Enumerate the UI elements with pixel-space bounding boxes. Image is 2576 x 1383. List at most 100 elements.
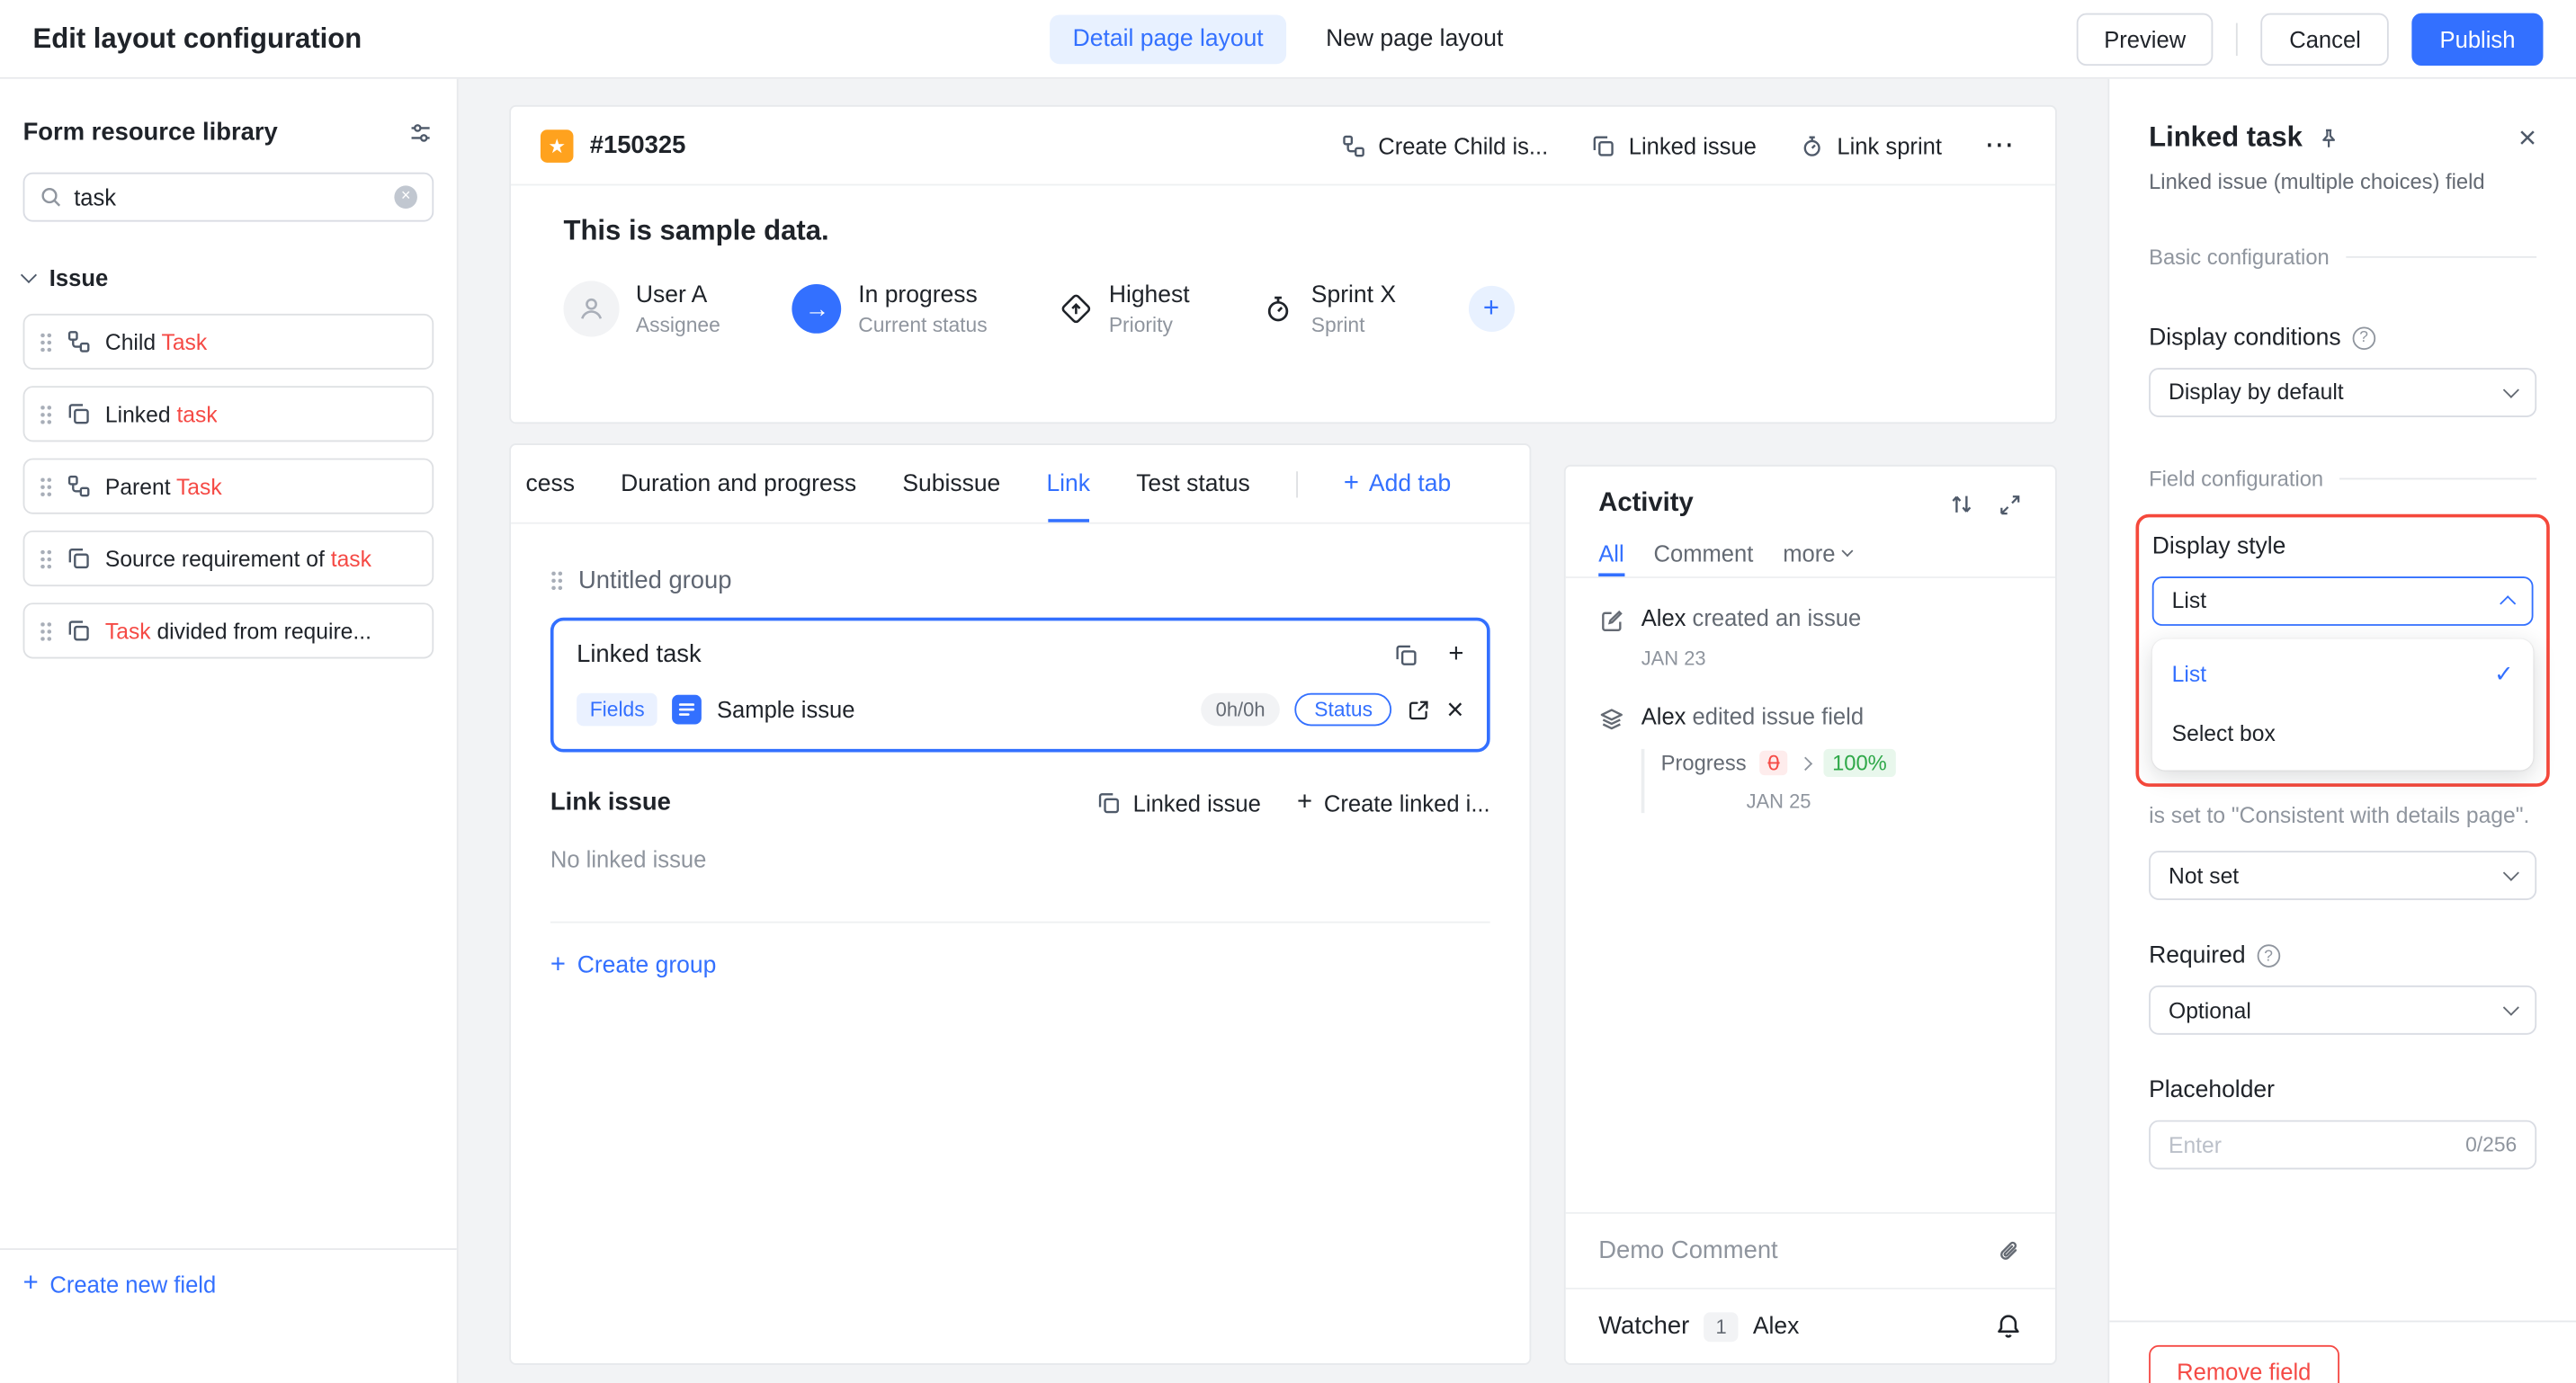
copy-icon[interactable]	[1392, 641, 1418, 667]
linked-issue-button[interactable]: Linked issue	[1591, 132, 1757, 158]
filter-settings-icon[interactable]	[407, 119, 434, 145]
priority-value: Highest	[1108, 281, 1190, 308]
drag-handle-icon[interactable]	[39, 331, 53, 352]
divider	[2346, 255, 2537, 258]
linked-issue-action[interactable]: Linked issue	[1096, 790, 1261, 816]
tab-new-page-layout[interactable]: New page layout	[1302, 14, 1525, 64]
clear-search-icon[interactable]: ×	[394, 185, 417, 209]
drag-handle-icon[interactable]	[39, 403, 53, 425]
section-field-configuration: Field configuration	[2149, 466, 2537, 491]
library-search[interactable]: ×	[22, 172, 434, 222]
preview-button[interactable]: Preview	[2076, 12, 2214, 66]
vertical-divider	[1295, 470, 1298, 497]
library-item-task-divided[interactable]: Task divided from require...	[22, 602, 434, 659]
display-style-highlight: Display style List List ✓ Select box	[2135, 513, 2550, 787]
layout-mode-tabs: Detail page layout New page layout	[1050, 0, 1526, 77]
drag-handle-icon[interactable]	[550, 569, 564, 592]
display-style-select[interactable]: List	[2151, 576, 2534, 626]
create-group-button[interactable]: + Create group	[550, 951, 1490, 978]
tab-more[interactable]: more	[1783, 529, 1854, 576]
required-select[interactable]: Optional	[2149, 986, 2537, 1036]
status-pill[interactable]: Status	[1294, 692, 1392, 727]
app-window: Edit layout configuration Detail page la…	[0, 0, 2576, 1383]
activity-action: edited issue field	[1692, 702, 1865, 729]
pin-icon[interactable]	[2316, 126, 2340, 150]
help-icon[interactable]: ?	[2257, 944, 2280, 968]
drag-handle-icon[interactable]	[39, 620, 53, 642]
tab-detail-page-layout[interactable]: Detail page layout	[1050, 13, 1287, 64]
tab-duration-and-progress[interactable]: Duration and progress	[621, 445, 856, 522]
more-actions-button[interactable]: ⋯	[1984, 128, 2016, 162]
tab-link[interactable]: Link	[1046, 445, 1090, 522]
required-label: Required ?	[2149, 943, 2536, 969]
open-external-icon[interactable]	[1407, 697, 1431, 721]
library-item-child-task[interactable]: Child Task	[22, 313, 434, 370]
divider	[2109, 1320, 2576, 1323]
sort-icon[interactable]	[1948, 491, 1974, 517]
chevron-down-icon	[20, 266, 38, 283]
help-icon[interactable]: ?	[2352, 326, 2375, 350]
library-item-linked-task[interactable]: Linked task	[22, 386, 434, 442]
activity-date: JAN 25	[1746, 790, 1811, 814]
close-icon[interactable]: ×	[2518, 122, 2536, 154]
library-item-source-requirement[interactable]: Source requirement of task	[22, 530, 434, 587]
drag-handle-icon[interactable]	[39, 548, 53, 569]
linked-issue-icon	[1591, 132, 1617, 158]
link-sprint-icon	[1799, 132, 1825, 158]
section-label: Issue	[49, 264, 109, 291]
tab-overflow[interactable]: cess	[525, 445, 574, 522]
avatar	[563, 281, 620, 337]
activity-tools	[1948, 491, 2022, 517]
publish-button[interactable]: Publish	[2411, 12, 2544, 66]
create-linked-issue-action[interactable]: + Create linked i...	[1297, 789, 1490, 816]
bell-icon[interactable]	[1994, 1312, 2022, 1340]
placeholder-input[interactable]	[2169, 1133, 2453, 1158]
activity-user: Alex	[1641, 604, 1686, 631]
new-value: 100%	[1823, 748, 1895, 777]
search-input[interactable]	[74, 183, 383, 210]
field-block-title: Linked task	[577, 640, 702, 669]
display-conditions-select[interactable]: Display by default	[2149, 367, 2537, 417]
panel-subtitle: Linked issue (multiple choices) field	[2149, 169, 2485, 194]
sample-issue-name[interactable]: Sample issue	[717, 696, 855, 722]
plus-icon: +	[22, 1269, 39, 1298]
comment-input-row[interactable]: Demo Comment	[1565, 1211, 2055, 1288]
group-header[interactable]: Untitled group	[550, 567, 1490, 594]
add-field-button[interactable]: +	[1468, 285, 1515, 332]
tab-subissue[interactable]: Subissue	[902, 445, 1000, 522]
status-value: In progress	[858, 281, 978, 308]
option-select-box[interactable]: Select box	[2152, 704, 2534, 763]
tab-test-status[interactable]: Test status	[1136, 445, 1250, 522]
subtask-icon	[66, 473, 92, 499]
tab-comment[interactable]: Comment	[1654, 529, 1754, 576]
cancel-button[interactable]: Cancel	[2261, 12, 2389, 66]
tab-all[interactable]: All	[1598, 529, 1624, 577]
not-set-select[interactable]: Not set	[2149, 851, 2537, 901]
chevron-down-icon	[2502, 1000, 2519, 1017]
activity-item: Alex edited issue field	[1598, 703, 2022, 733]
issue-header: ★ #150325 Create Child is... Linked issu…	[511, 107, 2055, 186]
add-tab-button[interactable]: + Add tab	[1344, 469, 1451, 496]
remove-field-button[interactable]: Remove field	[2149, 1344, 2339, 1383]
section-issue-toggle[interactable]: Issue	[20, 264, 434, 291]
sprint-value: Sprint X	[1310, 281, 1397, 308]
changed-field-name: Progress	[1660, 750, 1747, 776]
issue-fields-row: User A Assignee → In progress Current stat…	[563, 281, 2003, 337]
link-sprint-button[interactable]: Link sprint	[1799, 132, 1942, 158]
no-linked-issue-text: No linked issue	[550, 845, 707, 872]
create-child-issue-button[interactable]: Create Child is...	[1340, 132, 1548, 158]
subtask-icon	[66, 328, 92, 354]
issue-body: This is sample data. User A Assignee → In…	[511, 185, 2055, 366]
drag-handle-icon[interactable]	[39, 475, 53, 497]
expand-icon[interactable]	[1998, 491, 2022, 517]
selected-field-block-linked-task[interactable]: Linked task + Fields Sample issue 0h/0h …	[550, 617, 1490, 753]
remove-row-icon[interactable]: ×	[1446, 695, 1463, 725]
create-new-field-button[interactable]: + Create new field	[23, 1271, 434, 1298]
add-icon[interactable]: +	[1448, 640, 1463, 667]
library-item-parent-task[interactable]: Parent Task	[22, 458, 434, 514]
topbar: Edit layout configuration Detail page la…	[0, 0, 2576, 79]
field-change-block: Progress 0 100% JAN 25	[1641, 748, 2023, 814]
option-list[interactable]: List ✓	[2152, 646, 2534, 705]
attachment-icon[interactable]	[1996, 1237, 2022, 1263]
layout-preview-area: ★ #150325 Create Child is... Linked issu…	[459, 79, 2108, 1383]
